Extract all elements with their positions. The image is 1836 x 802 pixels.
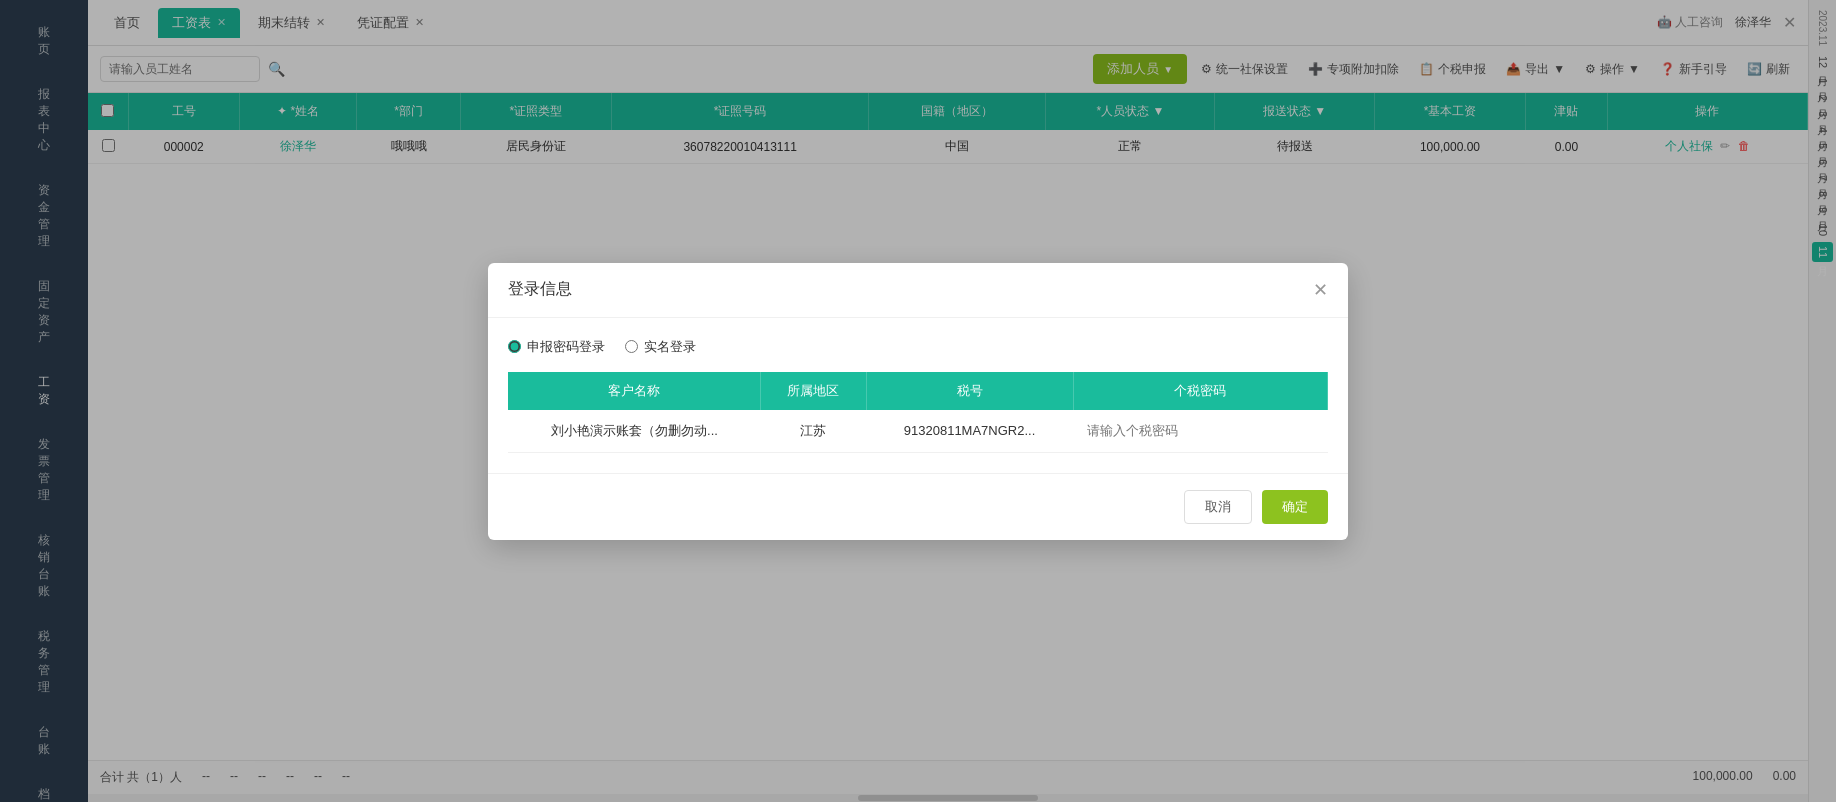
dialog-tax-id-cell: 91320811MA7NGR2... bbox=[866, 410, 1073, 453]
dialog-col-client-name: 客户名称 bbox=[508, 372, 761, 410]
dialog-close-button[interactable]: ✕ bbox=[1313, 279, 1328, 301]
dialog-client-name-cell: 刘小艳演示账套（勿删勿动... bbox=[508, 410, 761, 453]
dialog-overlay: 登录信息 ✕ 申报密码登录 实名登录 客户名称 bbox=[0, 0, 1836, 802]
dialog-col-tax-id: 税号 bbox=[866, 372, 1073, 410]
dialog-footer: 取消 确定 bbox=[488, 473, 1348, 540]
dialog-client-table: 客户名称 所属地区 税号 个税密码 刘小艳演示账套（勿删勿动... 江苏 913… bbox=[508, 372, 1328, 453]
dialog-confirm-button[interactable]: 确定 bbox=[1262, 490, 1328, 524]
dialog-body: 申报密码登录 实名登录 客户名称 所属地区 税号 个税密码 bbox=[488, 318, 1348, 473]
radio-realname-login[interactable]: 实名登录 bbox=[625, 338, 696, 356]
dialog-region-cell: 江苏 bbox=[761, 410, 866, 453]
dialog-header: 登录信息 ✕ bbox=[488, 263, 1348, 318]
dialog-col-region: 所属地区 bbox=[761, 372, 866, 410]
dialog-table-row: 刘小艳演示账套（勿删勿动... 江苏 91320811MA7NGR2... bbox=[508, 410, 1328, 453]
radio-realname-input[interactable] bbox=[625, 340, 638, 353]
tax-password-input[interactable] bbox=[1087, 423, 1313, 438]
dialog-col-tax-password: 个税密码 bbox=[1073, 372, 1327, 410]
login-info-dialog: 登录信息 ✕ 申报密码登录 实名登录 客户名称 bbox=[488, 263, 1348, 540]
radio-password-input[interactable] bbox=[508, 340, 521, 353]
dialog-title: 登录信息 bbox=[508, 279, 572, 300]
login-type-radio-group: 申报密码登录 实名登录 bbox=[508, 338, 1328, 356]
dialog-cancel-button[interactable]: 取消 bbox=[1184, 490, 1252, 524]
radio-password-login[interactable]: 申报密码登录 bbox=[508, 338, 605, 356]
dialog-tax-password-cell[interactable] bbox=[1073, 410, 1327, 453]
